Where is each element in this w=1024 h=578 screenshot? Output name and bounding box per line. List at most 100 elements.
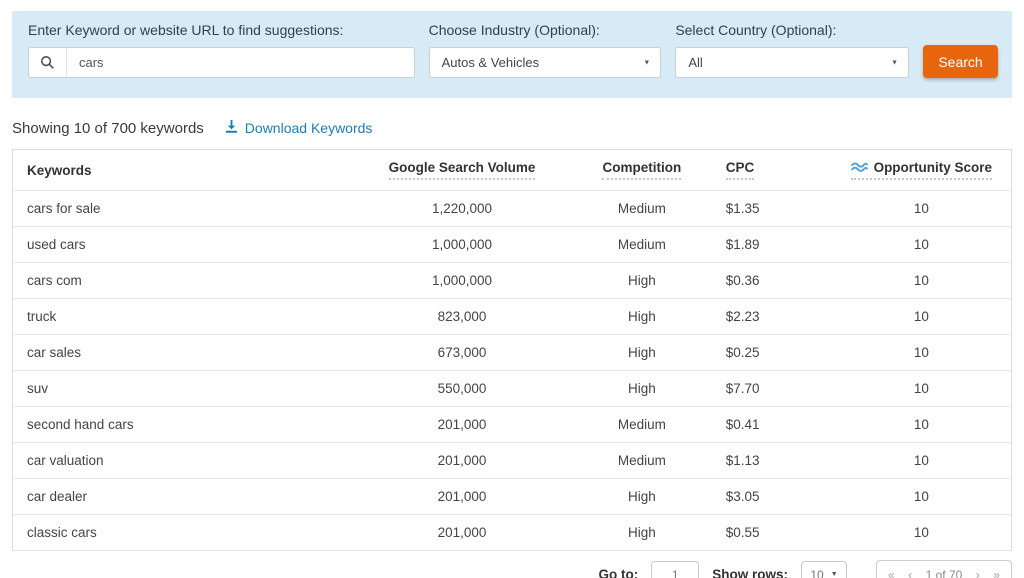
cell-cpc: $3.05 [712, 479, 832, 515]
chevron-down-icon: ▼ [831, 571, 838, 578]
cell-cpc: $1.89 [712, 227, 832, 263]
cell-cpc: $7.70 [712, 371, 832, 407]
table-row[interactable]: suv 550,000 High $7.70 10 [13, 371, 1012, 407]
industry-selected-value: Autos & Vehicles [442, 55, 540, 70]
cell-cpc: $1.13 [712, 443, 832, 479]
cell-keyword: car valuation [13, 443, 353, 479]
table-row[interactable]: car sales 673,000 High $0.25 10 [13, 335, 1012, 371]
column-header-search-volume[interactable]: Google Search Volume [389, 160, 536, 180]
cell-volume: 823,000 [352, 299, 572, 335]
cell-cpc: $0.41 [712, 407, 832, 443]
cell-score: 10 [832, 371, 1012, 407]
table-row[interactable]: classic cars 201,000 High $0.55 10 [13, 515, 1012, 551]
download-link-label: Download Keywords [245, 120, 373, 136]
industry-field-group: Choose Industry (Optional): Autos & Vehi… [429, 22, 662, 78]
cell-score: 10 [832, 479, 1012, 515]
table-row[interactable]: used cars 1,000,000 Medium $1.89 10 [13, 227, 1012, 263]
cell-score: 10 [832, 407, 1012, 443]
column-header-competition[interactable]: Competition [602, 160, 681, 180]
table-row[interactable]: car dealer 201,000 High $3.05 10 [13, 479, 1012, 515]
page-status: 1 of 70 [926, 568, 963, 578]
keyword-input[interactable] [67, 48, 414, 77]
prev-page-button[interactable]: ‹ [908, 568, 912, 578]
cell-competition: Medium [572, 443, 712, 479]
showing-count-text: Showing 10 of 700 keywords [12, 120, 204, 137]
results-header: Showing 10 of 700 keywords Download Keyw… [12, 119, 1012, 137]
cell-score: 10 [832, 335, 1012, 371]
cell-competition: Medium [572, 227, 712, 263]
table-row[interactable]: truck 823,000 High $2.23 10 [13, 299, 1012, 335]
cell-score: 10 [832, 299, 1012, 335]
cell-volume: 673,000 [352, 335, 572, 371]
search-toolbar: Enter Keyword or website URL to find sug… [12, 11, 1012, 98]
cell-score: 10 [832, 443, 1012, 479]
cell-competition: High [572, 371, 712, 407]
keywords-table: Keywords Google Search Volume Competitio… [12, 149, 1012, 551]
cell-volume: 550,000 [352, 371, 572, 407]
cell-keyword: truck [13, 299, 353, 335]
cell-volume: 1,220,000 [352, 191, 572, 227]
cell-competition: High [572, 335, 712, 371]
cell-cpc: $0.25 [712, 335, 832, 371]
next-page-button[interactable]: › [976, 568, 980, 578]
cell-cpc: $1.35 [712, 191, 832, 227]
cell-score: 10 [832, 263, 1012, 299]
table-footer: Go to: Show rows: 10 ▼ « ‹ 1 of 70 › » [12, 560, 1012, 578]
column-header-keywords: Keywords [27, 163, 92, 178]
last-page-button[interactable]: » [993, 568, 1000, 578]
chevron-down-icon: ▼ [643, 59, 650, 66]
cell-competition: High [572, 515, 712, 551]
download-icon [224, 119, 239, 137]
show-rows-value: 10 [810, 568, 823, 578]
cell-cpc: $0.36 [712, 263, 832, 299]
download-keywords-link[interactable]: Download Keywords [224, 119, 373, 137]
cell-volume: 201,000 [352, 515, 572, 551]
table-body: cars for sale 1,220,000 Medium $1.35 10 … [13, 191, 1012, 551]
table-row[interactable]: car valuation 201,000 Medium $1.13 10 [13, 443, 1012, 479]
cell-competition: Medium [572, 191, 712, 227]
wave-icon [851, 160, 868, 175]
country-selected-value: All [688, 55, 702, 70]
cell-cpc: $0.55 [712, 515, 832, 551]
keyword-label: Enter Keyword or website URL to find sug… [28, 22, 415, 38]
goto-label: Go to: [598, 567, 638, 578]
table-header-row: Keywords Google Search Volume Competitio… [13, 150, 1012, 191]
cell-keyword: used cars [13, 227, 353, 263]
cell-score: 10 [832, 515, 1012, 551]
country-field-group: Select Country (Optional): All ▼ [675, 22, 909, 78]
cell-keyword: classic cars [13, 515, 353, 551]
column-header-opportunity-score[interactable]: Opportunity Score [851, 160, 993, 180]
table-row[interactable]: second hand cars 201,000 Medium $0.41 10 [13, 407, 1012, 443]
cell-volume: 1,000,000 [352, 227, 572, 263]
country-select[interactable]: All ▼ [675, 47, 909, 78]
cell-score: 10 [832, 191, 1012, 227]
industry-select[interactable]: Autos & Vehicles ▼ [429, 47, 662, 78]
cell-score: 10 [832, 227, 1012, 263]
cell-keyword: second hand cars [13, 407, 353, 443]
first-page-button[interactable]: « [888, 568, 895, 578]
search-button[interactable]: Search [923, 45, 998, 78]
cell-keyword: car dealer [13, 479, 353, 515]
cell-keyword: suv [13, 371, 353, 407]
cell-keyword: cars com [13, 263, 353, 299]
pagination: « ‹ 1 of 70 › » [876, 560, 1012, 578]
cell-keyword: car sales [13, 335, 353, 371]
cell-volume: 1,000,000 [352, 263, 572, 299]
show-rows-label: Show rows: [712, 567, 788, 578]
cell-competition: High [572, 479, 712, 515]
column-header-cpc[interactable]: CPC [726, 160, 755, 180]
goto-page-input[interactable] [651, 561, 699, 578]
cell-keyword: cars for sale [13, 191, 353, 227]
cell-cpc: $2.23 [712, 299, 832, 335]
industry-label: Choose Industry (Optional): [429, 22, 662, 38]
table-row[interactable]: cars com 1,000,000 High $0.36 10 [13, 263, 1012, 299]
keyword-input-wrap [28, 47, 415, 78]
keyword-field-group: Enter Keyword or website URL to find sug… [28, 22, 415, 78]
cell-volume: 201,000 [352, 443, 572, 479]
cell-competition: Medium [572, 407, 712, 443]
cell-volume: 201,000 [352, 407, 572, 443]
table-row[interactable]: cars for sale 1,220,000 Medium $1.35 10 [13, 191, 1012, 227]
cell-competition: High [572, 263, 712, 299]
country-label: Select Country (Optional): [675, 22, 909, 38]
show-rows-select[interactable]: 10 ▼ [801, 561, 847, 578]
